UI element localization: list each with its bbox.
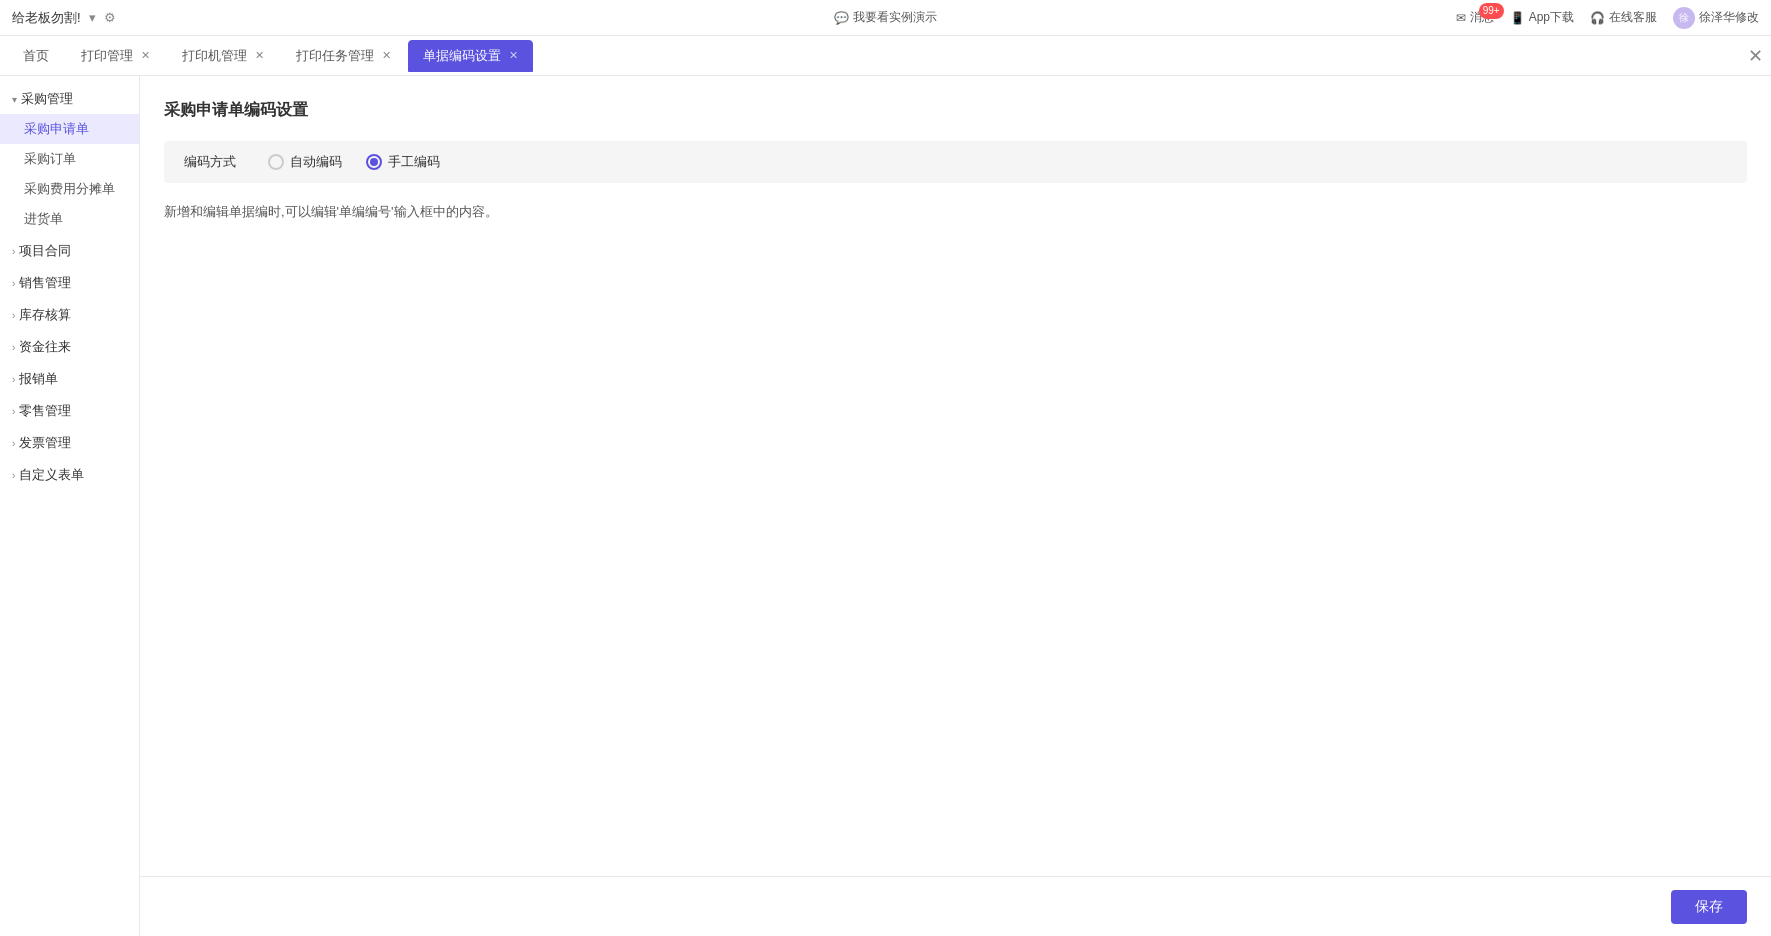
tab-print-management-label: 打印管理 xyxy=(81,47,133,65)
sidebar-group-retail-header[interactable]: › 零售管理 xyxy=(0,396,139,426)
headset-icon: 🎧 xyxy=(1590,11,1605,25)
tab-print-task-close[interactable]: ✕ xyxy=(382,49,391,62)
encoding-radio-group: 自动编码 手工编码 xyxy=(268,153,440,171)
app-download-button[interactable]: 📱 App下载 xyxy=(1510,9,1574,26)
arrow-right-icon5: › xyxy=(12,374,15,385)
tab-print-task-label: 打印任务管理 xyxy=(296,47,374,65)
avatar: 徐 xyxy=(1673,7,1695,29)
sidebar-item-stock-in-label: 进货单 xyxy=(24,210,63,228)
sidebar: ▾ 采购管理 采购申请单 采购订单 采购费用分摊单 进货单 › 项目合同 xyxy=(0,76,140,936)
user-menu[interactable]: 徐 徐泽华修改 xyxy=(1673,7,1759,29)
sidebar-group-finance-label: 资金往来 xyxy=(19,338,71,356)
online-service-button[interactable]: 🎧 在线客服 xyxy=(1590,9,1657,26)
user-name: 徐泽华修改 xyxy=(1699,9,1759,26)
arrow-right-icon7: › xyxy=(12,438,15,449)
sidebar-group-retail: › 零售管理 xyxy=(0,396,139,426)
top-bar-right: ✉ 消息 99+ 📱 App下载 🎧 在线客服 徐 徐泽华修改 xyxy=(1456,7,1759,29)
tab-print-management-close[interactable]: ✕ xyxy=(141,49,150,62)
radio-manual-encoding[interactable]: 手工编码 xyxy=(366,153,440,171)
top-bar-left: 给老板勿割! ▾ ⚙ xyxy=(12,9,116,27)
tab-print-task[interactable]: 打印任务管理 ✕ xyxy=(281,40,406,72)
arrow-right-icon4: › xyxy=(12,342,15,353)
sidebar-group-purchase-header[interactable]: ▾ 采购管理 xyxy=(0,84,139,114)
message-icon: ✉ xyxy=(1456,11,1466,25)
main-layout: ▾ 采购管理 采购申请单 采购订单 采购费用分摊单 进货单 › 项目合同 xyxy=(0,76,1771,936)
message-badge: 99+ xyxy=(1479,3,1504,19)
settings-icon[interactable]: ⚙ xyxy=(104,10,116,25)
tabs-bar: 首页 打印管理 ✕ 打印机管理 ✕ 打印任务管理 ✕ 单据编码设置 ✕ ✕ xyxy=(0,36,1771,76)
demo-icon: 💬 xyxy=(834,11,849,25)
arrow-right-icon: › xyxy=(12,246,15,257)
sidebar-group-invoice-label: 发票管理 xyxy=(19,434,71,452)
sidebar-group-sales-header[interactable]: › 销售管理 xyxy=(0,268,139,298)
sidebar-group-purchase-label: 采购管理 xyxy=(21,90,73,108)
encoding-section: 编码方式 自动编码 手工编码 xyxy=(164,141,1747,183)
encoding-method-label: 编码方式 xyxy=(184,153,236,171)
radio-auto-encoding[interactable]: 自动编码 xyxy=(268,153,342,171)
online-service-label: 在线客服 xyxy=(1609,9,1657,26)
sidebar-item-purchase-order-label: 采购订单 xyxy=(24,150,76,168)
message-button[interactable]: ✉ 消息 99+ xyxy=(1456,9,1494,26)
arrow-right-icon6: › xyxy=(12,406,15,417)
sidebar-group-return-label: 报销单 xyxy=(19,370,58,388)
sidebar-group-purchase: ▾ 采购管理 采购申请单 采购订单 采购费用分摊单 进货单 xyxy=(0,84,139,234)
save-button[interactable]: 保存 xyxy=(1671,890,1747,924)
arrow-right-icon3: › xyxy=(12,310,15,321)
tab-home[interactable]: 首页 xyxy=(8,40,64,72)
page-title: 采购申请单编码设置 xyxy=(164,100,1747,121)
sidebar-group-project-label: 项目合同 xyxy=(19,242,71,260)
sidebar-item-purchase-request-label: 采购申请单 xyxy=(24,120,89,138)
content-area: 采购申请单编码设置 编码方式 自动编码 手工编码 新增和编辑单据编时,可以编辑'… xyxy=(140,76,1771,936)
top-bar: 给老板勿割! ▾ ⚙ 💬 我要看实例演示 ✉ 消息 99+ 📱 App下载 🎧 … xyxy=(0,0,1771,36)
tab-single-code[interactable]: 单据编码设置 ✕ xyxy=(408,40,533,72)
sidebar-group-sales: › 销售管理 xyxy=(0,268,139,298)
sidebar-group-inventory: › 库存核算 xyxy=(0,300,139,330)
sidebar-group-return: › 报销单 xyxy=(0,364,139,394)
sidebar-group-invoice-header[interactable]: › 发票管理 xyxy=(0,428,139,458)
phone-icon: 📱 xyxy=(1510,11,1525,25)
tab-printer-management-close[interactable]: ✕ xyxy=(255,49,264,62)
tab-single-code-label: 单据编码设置 xyxy=(423,47,501,65)
sidebar-group-finance-header[interactable]: › 资金往来 xyxy=(0,332,139,362)
sidebar-item-purchase-request[interactable]: 采购申请单 xyxy=(0,114,139,144)
demo-link[interactable]: 💬 我要看实例演示 xyxy=(834,9,937,26)
tab-single-code-close[interactable]: ✕ xyxy=(509,49,518,62)
tab-printer-management-label: 打印机管理 xyxy=(182,47,247,65)
radio-manual-label: 手工编码 xyxy=(388,153,440,171)
radio-auto-label: 自动编码 xyxy=(290,153,342,171)
arrow-right-icon2: › xyxy=(12,278,15,289)
tab-printer-management[interactable]: 打印机管理 ✕ xyxy=(167,40,279,72)
sidebar-group-invoice: › 发票管理 xyxy=(0,428,139,458)
arrow-right-icon8: › xyxy=(12,470,15,481)
dropdown-icon[interactable]: ▾ xyxy=(89,10,96,25)
sidebar-item-purchase-expense[interactable]: 采购费用分摊单 xyxy=(0,174,139,204)
radio-auto-circle xyxy=(268,154,284,170)
sidebar-item-purchase-order[interactable]: 采购订单 xyxy=(0,144,139,174)
tab-home-label: 首页 xyxy=(23,47,49,65)
sidebar-group-return-header[interactable]: › 报销单 xyxy=(0,364,139,394)
sidebar-group-project-header[interactable]: › 项目合同 xyxy=(0,236,139,266)
sidebar-group-inventory-label: 库存核算 xyxy=(19,306,71,324)
sidebar-item-stock-in[interactable]: 进货单 xyxy=(0,204,139,234)
sidebar-group-custom-form-label: 自定义表单 xyxy=(19,466,84,484)
sidebar-group-inventory-header[interactable]: › 库存核算 xyxy=(0,300,139,330)
content-main: 采购申请单编码设置 编码方式 自动编码 手工编码 新增和编辑单据编时,可以编辑'… xyxy=(140,76,1771,936)
sidebar-group-finance: › 资金往来 xyxy=(0,332,139,362)
app-download-label: App下载 xyxy=(1529,9,1574,26)
app-title: 给老板勿割! xyxy=(12,9,81,27)
hint-text: 新增和编辑单据编时,可以编辑'单编编号'输入框中的内容。 xyxy=(164,203,1747,221)
sidebar-item-purchase-expense-label: 采购费用分摊单 xyxy=(24,180,115,198)
sidebar-group-custom-form-header[interactable]: › 自定义表单 xyxy=(0,460,139,490)
tab-print-management[interactable]: 打印管理 ✕ xyxy=(66,40,165,72)
radio-manual-circle xyxy=(366,154,382,170)
sidebar-group-sales-label: 销售管理 xyxy=(19,274,71,292)
demo-text: 我要看实例演示 xyxy=(853,9,937,26)
arrow-down-icon: ▾ xyxy=(12,94,17,105)
sidebar-group-retail-label: 零售管理 xyxy=(19,402,71,420)
close-all-button[interactable]: ✕ xyxy=(1748,45,1763,67)
sidebar-group-project: › 项目合同 xyxy=(0,236,139,266)
sidebar-group-custom-form: › 自定义表单 xyxy=(0,460,139,490)
footer-bar: 保存 xyxy=(140,876,1771,936)
